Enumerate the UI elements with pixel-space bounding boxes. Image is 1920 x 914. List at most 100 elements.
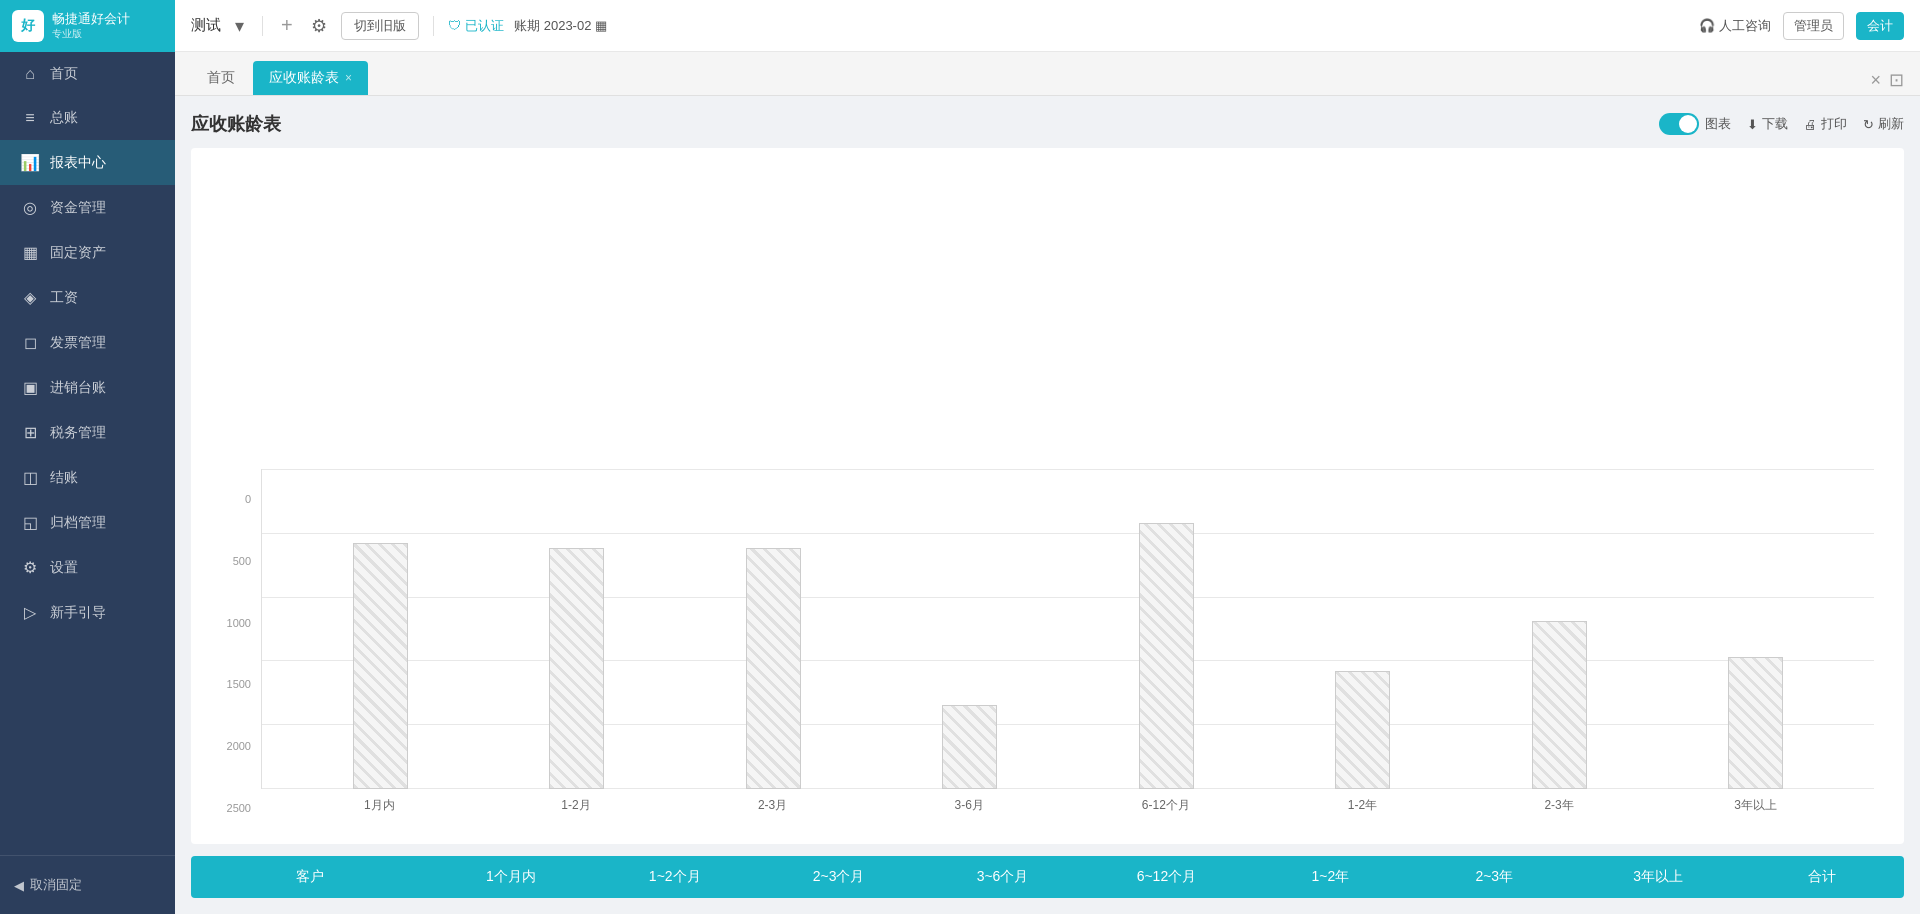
accountant-button[interactable]: 会计 <box>1856 12 1904 40</box>
th-cell-7: 2~3年 <box>1412 856 1576 898</box>
cancel-fixed-icon: ◀ <box>14 878 24 893</box>
sidebar-item-close[interactable]: ◫ 结账 <box>0 455 175 500</box>
sidebar-item-ledger[interactable]: ≡ 总账 <box>0 96 175 140</box>
payroll-icon: ◈ <box>20 288 40 307</box>
funds-icon: ◎ <box>20 198 40 217</box>
sidebar-bottom: ◀ 取消固定 <box>0 855 175 914</box>
sidebar-menu: ⌂ 首页 ≡ 总账 📊 报表中心 ◎ 资金管理 ▦ 固定资产 ◈ 工资 ◻ 发票… <box>0 52 175 855</box>
topbar-divider-1 <box>262 16 263 36</box>
sidebar-item-reports[interactable]: 📊 报表中心 <box>0 140 175 185</box>
ledger-icon: ≡ <box>20 109 40 127</box>
y-label-5: 2500 <box>221 803 251 814</box>
service-button[interactable]: 🎧 人工咨询 <box>1699 17 1771 35</box>
chart-toggle[interactable] <box>1659 113 1699 135</box>
sidebar-item-tax[interactable]: ⊞ 税务管理 <box>0 410 175 455</box>
invoice-icon: ◻ <box>20 333 40 352</box>
cert-badge: 🛡 已认证 <box>448 17 504 35</box>
tabs-bar: 首页 应收账龄表 × × ⊡ <box>175 52 1920 96</box>
th-cell-4: 3~6个月 <box>921 856 1085 898</box>
bar-1 <box>549 548 604 789</box>
expand-window-button[interactable]: ⊡ <box>1889 69 1904 91</box>
sidebar-item-funds[interactable]: ◎ 资金管理 <box>0 185 175 230</box>
period-display: 账期 2023-02 ▦ <box>514 17 608 35</box>
bar-2 <box>746 548 801 789</box>
sidebar-item-label: 设置 <box>50 559 78 577</box>
cancel-fixed-button[interactable]: ◀ 取消固定 <box>0 866 175 904</box>
calendar-icon[interactable]: ▦ <box>595 18 607 33</box>
sidebar-item-assets[interactable]: ▦ 固定资产 <box>0 230 175 275</box>
bar-6 <box>1532 621 1587 789</box>
add-company-button[interactable]: + <box>277 10 297 41</box>
old-version-button[interactable]: 切到旧版 <box>341 12 419 40</box>
tab-home[interactable]: 首页 <box>191 61 251 95</box>
th-cell-8: 3年以上 <box>1576 856 1740 898</box>
th-cell-0: 客户 <box>191 856 429 898</box>
download-label: 下载 <box>1762 115 1788 133</box>
content-area: 应收账龄表 图表 ⬇ 下载 🖨 打印 ↻ 刷新 <box>175 96 1920 914</box>
chart-wrap: 2500 2000 1500 1000 500 0 <box>221 168 1874 814</box>
close-window-button[interactable]: × <box>1870 70 1881 91</box>
x-label-1: 1-2月 <box>548 797 603 814</box>
print-button[interactable]: 🖨 打印 <box>1804 115 1847 133</box>
y-label-0: 0 <box>221 494 251 505</box>
download-button[interactable]: ⬇ 下载 <box>1747 115 1788 133</box>
company-dropdown-button[interactable]: ▾ <box>231 11 248 41</box>
x-label-0: 1月内 <box>352 797 407 814</box>
th-cell-3: 2~3个月 <box>757 856 921 898</box>
bar-7 <box>1728 657 1783 789</box>
bar-5 <box>1335 671 1390 789</box>
tab-close-icon[interactable]: × <box>345 71 352 85</box>
archive-icon: ◱ <box>20 513 40 532</box>
sidebar-item-label: 归档管理 <box>50 514 106 532</box>
page-actions: 图表 ⬇ 下载 🖨 打印 ↻ 刷新 <box>1659 113 1904 135</box>
sidebar-item-archive[interactable]: ◱ 归档管理 <box>0 500 175 545</box>
bar-3 <box>942 705 997 789</box>
company-name[interactable]: 测试 <box>191 16 221 35</box>
sidebar-item-label: 资金管理 <box>50 199 106 217</box>
sidebar-item-invoice[interactable]: ◻ 发票管理 <box>0 320 175 365</box>
bar-4 <box>1139 523 1194 789</box>
topbar: 测试 ▾ + ⚙ 切到旧版 🛡 已认证 账期 2023-02 ▦ 🎧 人工咨询 … <box>175 0 1920 52</box>
cancel-fixed-label: 取消固定 <box>30 876 82 894</box>
sidebar-item-guide[interactable]: ▷ 新手引导 <box>0 590 175 635</box>
sidebar-item-inventory[interactable]: ▣ 进销台账 <box>0 365 175 410</box>
assets-icon: ▦ <box>20 243 40 262</box>
page-title: 应收账龄表 <box>191 112 281 136</box>
x-label-3: 3-6月 <box>942 797 997 814</box>
topbar-divider-2 <box>433 16 434 36</box>
chart-grid-and-bars <box>261 469 1874 789</box>
x-label-2: 2-3月 <box>745 797 800 814</box>
y-label-2: 1000 <box>221 618 251 629</box>
sidebar-item-label: 结账 <box>50 469 78 487</box>
sidebar-item-payroll[interactable]: ◈ 工资 <box>0 275 175 320</box>
tabs-right-actions: × ⊡ <box>1870 69 1904 95</box>
company-settings-button[interactable]: ⚙ <box>307 11 331 41</box>
cert-icon: 🛡 <box>448 18 461 33</box>
download-icon: ⬇ <box>1747 117 1758 132</box>
tab-receivable-aging[interactable]: 应收账龄表 × <box>253 61 368 95</box>
print-label: 打印 <box>1821 115 1847 133</box>
bar-group-6 <box>1532 621 1587 789</box>
service-icon: 🎧 <box>1699 18 1715 33</box>
inventory-icon: ▣ <box>20 378 40 397</box>
page-header: 应收账龄表 图表 ⬇ 下载 🖨 打印 ↻ 刷新 <box>191 112 1904 136</box>
sidebar-item-label: 总账 <box>50 109 78 127</box>
refresh-button[interactable]: ↻ 刷新 <box>1863 115 1904 133</box>
sidebar-item-home[interactable]: ⌂ 首页 <box>0 52 175 96</box>
app-version: 专业版 <box>52 27 130 41</box>
th-cell-2: 1~2个月 <box>593 856 757 898</box>
tax-icon: ⊞ <box>20 423 40 442</box>
sidebar-item-label: 首页 <box>50 65 78 83</box>
y-label-3: 1500 <box>221 679 251 690</box>
bars-row <box>262 469 1874 789</box>
home-icon: ⌂ <box>20 65 40 83</box>
table-container: 客户1个月内1~2个月2~3个月3~6个月6~12个月1~2年2~3年3年以上合… <box>191 856 1904 898</box>
manager-button[interactable]: 管理员 <box>1783 12 1844 40</box>
sidebar-item-label: 报表中心 <box>50 154 106 172</box>
sidebar-item-label: 固定资产 <box>50 244 106 262</box>
toggle-label: 图表 <box>1705 115 1731 133</box>
sidebar-item-settings[interactable]: ⚙ 设置 <box>0 545 175 590</box>
chart-container: 2500 2000 1500 1000 500 0 <box>191 148 1904 844</box>
x-labels: 1月内1-2月2-3月3-6月6-12个月1-2年2-3年3年以上 <box>261 797 1874 814</box>
x-label-5: 1-2年 <box>1335 797 1390 814</box>
